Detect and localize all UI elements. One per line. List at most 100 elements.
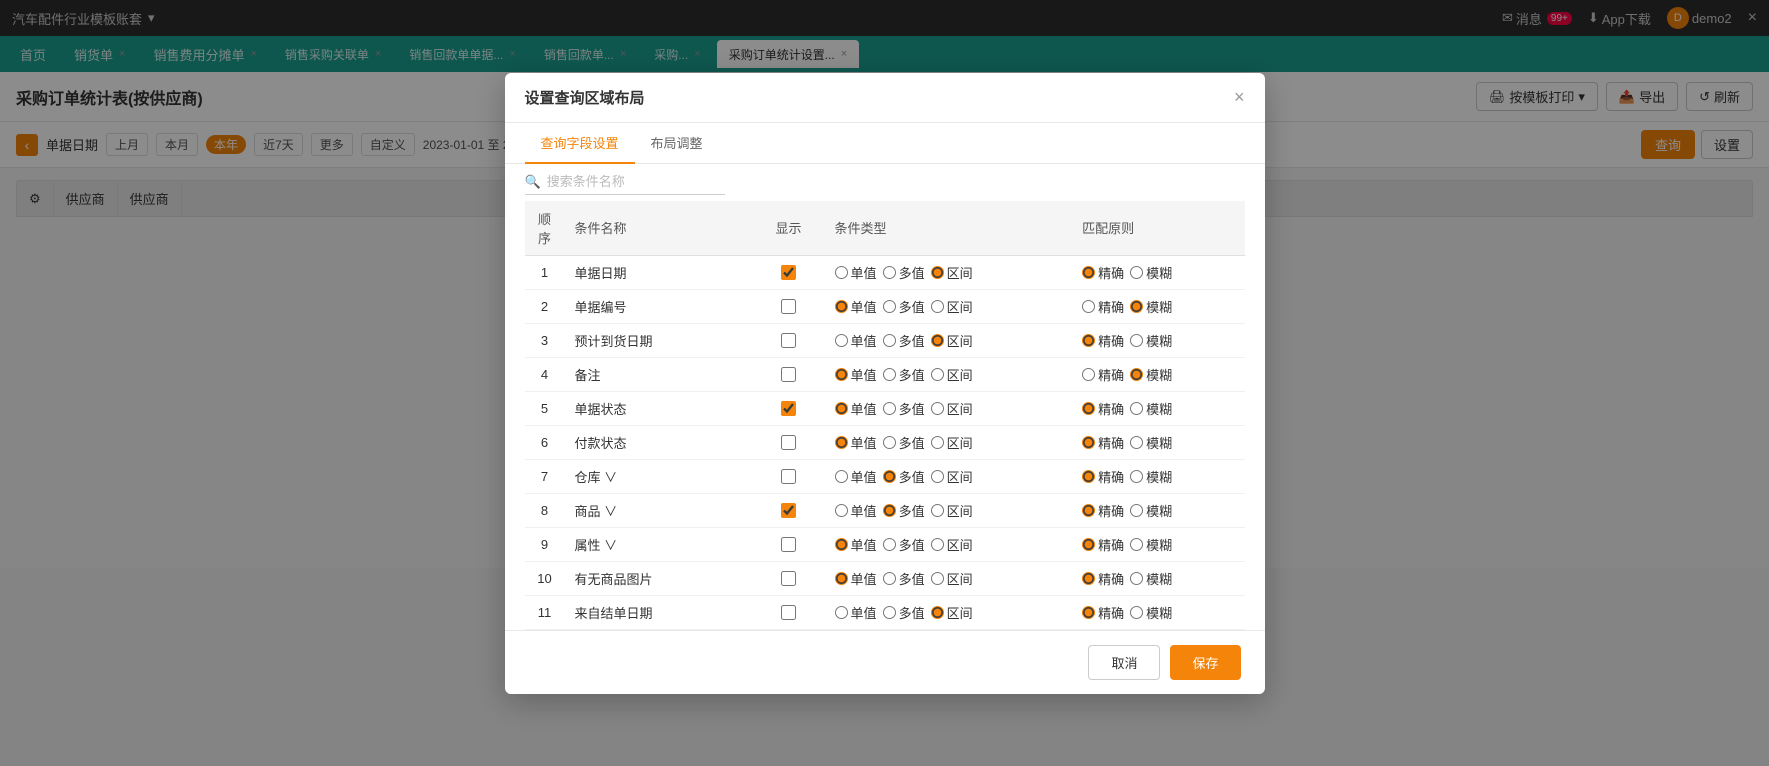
- radio-type-单值-2[interactable]: 单值: [835, 331, 877, 350]
- radio-match-精确-6[interactable]: 精确: [1082, 467, 1124, 486]
- table-row: 9属性 ∨单值多值区间精确模糊: [525, 527, 1245, 561]
- radio-match-模糊-4[interactable]: 模糊: [1130, 399, 1172, 418]
- cell-show-7[interactable]: [752, 493, 824, 527]
- radio-match-精确-0[interactable]: 精确: [1082, 263, 1124, 282]
- radio-match-模糊-5[interactable]: 模糊: [1130, 433, 1172, 452]
- cell-show-8[interactable]: [752, 527, 824, 561]
- radio-type-单值-8[interactable]: 单值: [835, 535, 877, 554]
- checkbox-show-7[interactable]: [781, 503, 796, 518]
- cell-order-1: 2: [525, 289, 565, 323]
- cancel-btn[interactable]: 取消: [1088, 645, 1160, 680]
- radio-match-精确-10[interactable]: 精确: [1082, 603, 1124, 622]
- radio-type-多值-7[interactable]: 多值: [883, 501, 925, 520]
- radio-match-模糊-3[interactable]: 模糊: [1130, 365, 1172, 384]
- radio-type-单值-3[interactable]: 单值: [835, 365, 877, 384]
- radio-match-模糊-1[interactable]: 模糊: [1130, 297, 1172, 316]
- radio-type-多值-9[interactable]: 多值: [883, 569, 925, 588]
- cell-order-4: 5: [525, 391, 565, 425]
- radio-match-精确-7[interactable]: 精确: [1082, 501, 1124, 520]
- radio-type-单值-6[interactable]: 单值: [835, 467, 877, 486]
- cell-order-8: 9: [525, 527, 565, 561]
- radio-type-区间-5[interactable]: 区间: [931, 433, 973, 452]
- radio-type-区间-9[interactable]: 区间: [931, 569, 973, 588]
- radio-type-多值-4[interactable]: 多值: [883, 399, 925, 418]
- cell-show-9[interactable]: [752, 561, 824, 595]
- radio-type-单值-0[interactable]: 单值: [835, 263, 877, 282]
- checkbox-show-2[interactable]: [781, 333, 796, 348]
- radio-match-精确-5[interactable]: 精确: [1082, 433, 1124, 452]
- search-input[interactable]: [547, 174, 707, 189]
- checkbox-show-0[interactable]: [781, 265, 796, 280]
- radio-type-单值-7[interactable]: 单值: [835, 501, 877, 520]
- radio-type-多值-3[interactable]: 多值: [883, 365, 925, 384]
- radio-type-区间-4[interactable]: 区间: [931, 399, 973, 418]
- tab-fields[interactable]: 查询字段设置: [525, 123, 635, 164]
- cell-type-5: 单值多值区间: [825, 425, 1073, 459]
- checkbox-show-3[interactable]: [781, 367, 796, 382]
- checkbox-show-1[interactable]: [781, 299, 796, 314]
- radio-type-多值-5[interactable]: 多值: [883, 433, 925, 452]
- modal-overlay: 设置查询区域布局 × 查询字段设置 布局调整 🔍 顺序: [0, 0, 1769, 766]
- radio-type-多值-2[interactable]: 多值: [883, 331, 925, 350]
- cell-match-7: 精确模糊: [1072, 493, 1244, 527]
- radio-type-单值-10[interactable]: 单值: [835, 603, 877, 622]
- cell-name-10: 来自结单日期: [565, 595, 753, 629]
- cell-show-5[interactable]: [752, 425, 824, 459]
- radio-type-多值-10[interactable]: 多值: [883, 603, 925, 622]
- radio-match-模糊-6[interactable]: 模糊: [1130, 467, 1172, 486]
- radio-type-区间-3[interactable]: 区间: [931, 365, 973, 384]
- cell-name-7: 商品 ∨: [565, 493, 753, 527]
- radio-match-模糊-8[interactable]: 模糊: [1130, 535, 1172, 554]
- checkbox-show-10[interactable]: [781, 605, 796, 620]
- radio-type-区间-0[interactable]: 区间: [931, 263, 973, 282]
- cell-show-10[interactable]: [752, 595, 824, 629]
- radio-type-区间-10[interactable]: 区间: [931, 603, 973, 622]
- cell-type-7: 单值多值区间: [825, 493, 1073, 527]
- cell-order-2: 3: [525, 323, 565, 357]
- cell-order-0: 1: [525, 255, 565, 289]
- radio-type-多值-0[interactable]: 多值: [883, 263, 925, 282]
- checkbox-show-6[interactable]: [781, 469, 796, 484]
- checkbox-show-4[interactable]: [781, 401, 796, 416]
- radio-match-精确-1[interactable]: 精确: [1082, 297, 1124, 316]
- checkbox-show-8[interactable]: [781, 537, 796, 552]
- radio-type-多值-6[interactable]: 多值: [883, 467, 925, 486]
- radio-match-精确-4[interactable]: 精确: [1082, 399, 1124, 418]
- radio-match-模糊-2[interactable]: 模糊: [1130, 331, 1172, 350]
- radio-type-区间-7[interactable]: 区间: [931, 501, 973, 520]
- radio-type-区间-1[interactable]: 区间: [931, 297, 973, 316]
- radio-match-精确-8[interactable]: 精确: [1082, 535, 1124, 554]
- radio-type-区间-8[interactable]: 区间: [931, 535, 973, 554]
- radio-type-区间-6[interactable]: 区间: [931, 467, 973, 486]
- radio-type-单值-9[interactable]: 单值: [835, 569, 877, 588]
- cell-match-8: 精确模糊: [1072, 527, 1244, 561]
- radio-match-模糊-10[interactable]: 模糊: [1130, 603, 1172, 622]
- radio-match-精确-9[interactable]: 精确: [1082, 569, 1124, 588]
- radio-type-单值-5[interactable]: 单值: [835, 433, 877, 452]
- radio-type-单值-1[interactable]: 单值: [835, 297, 877, 316]
- radio-match-精确-3[interactable]: 精确: [1082, 365, 1124, 384]
- radio-match-模糊-9[interactable]: 模糊: [1130, 569, 1172, 588]
- cell-show-0[interactable]: [752, 255, 824, 289]
- cell-show-3[interactable]: [752, 357, 824, 391]
- radio-type-多值-8[interactable]: 多值: [883, 535, 925, 554]
- radio-type-区间-2[interactable]: 区间: [931, 331, 973, 350]
- table-row: 7仓库 ∨单值多值区间精确模糊: [525, 459, 1245, 493]
- cell-show-6[interactable]: [752, 459, 824, 493]
- checkbox-show-9[interactable]: [781, 571, 796, 586]
- save-btn[interactable]: 保存: [1170, 645, 1240, 680]
- cell-name-9: 有无商品图片: [565, 561, 753, 595]
- dialog-close-btn[interactable]: ×: [1234, 87, 1245, 108]
- tab-layout[interactable]: 布局调整: [635, 123, 719, 164]
- table-row: 5单据状态单值多值区间精确模糊: [525, 391, 1245, 425]
- cell-show-4[interactable]: [752, 391, 824, 425]
- cell-show-1[interactable]: [752, 289, 824, 323]
- checkbox-show-5[interactable]: [781, 435, 796, 450]
- radio-match-精确-2[interactable]: 精确: [1082, 331, 1124, 350]
- radio-type-多值-1[interactable]: 多值: [883, 297, 925, 316]
- radio-match-模糊-7[interactable]: 模糊: [1130, 501, 1172, 520]
- radio-type-单值-4[interactable]: 单值: [835, 399, 877, 418]
- radio-match-模糊-0[interactable]: 模糊: [1130, 263, 1172, 282]
- col-show: 显示: [752, 201, 824, 256]
- cell-show-2[interactable]: [752, 323, 824, 357]
